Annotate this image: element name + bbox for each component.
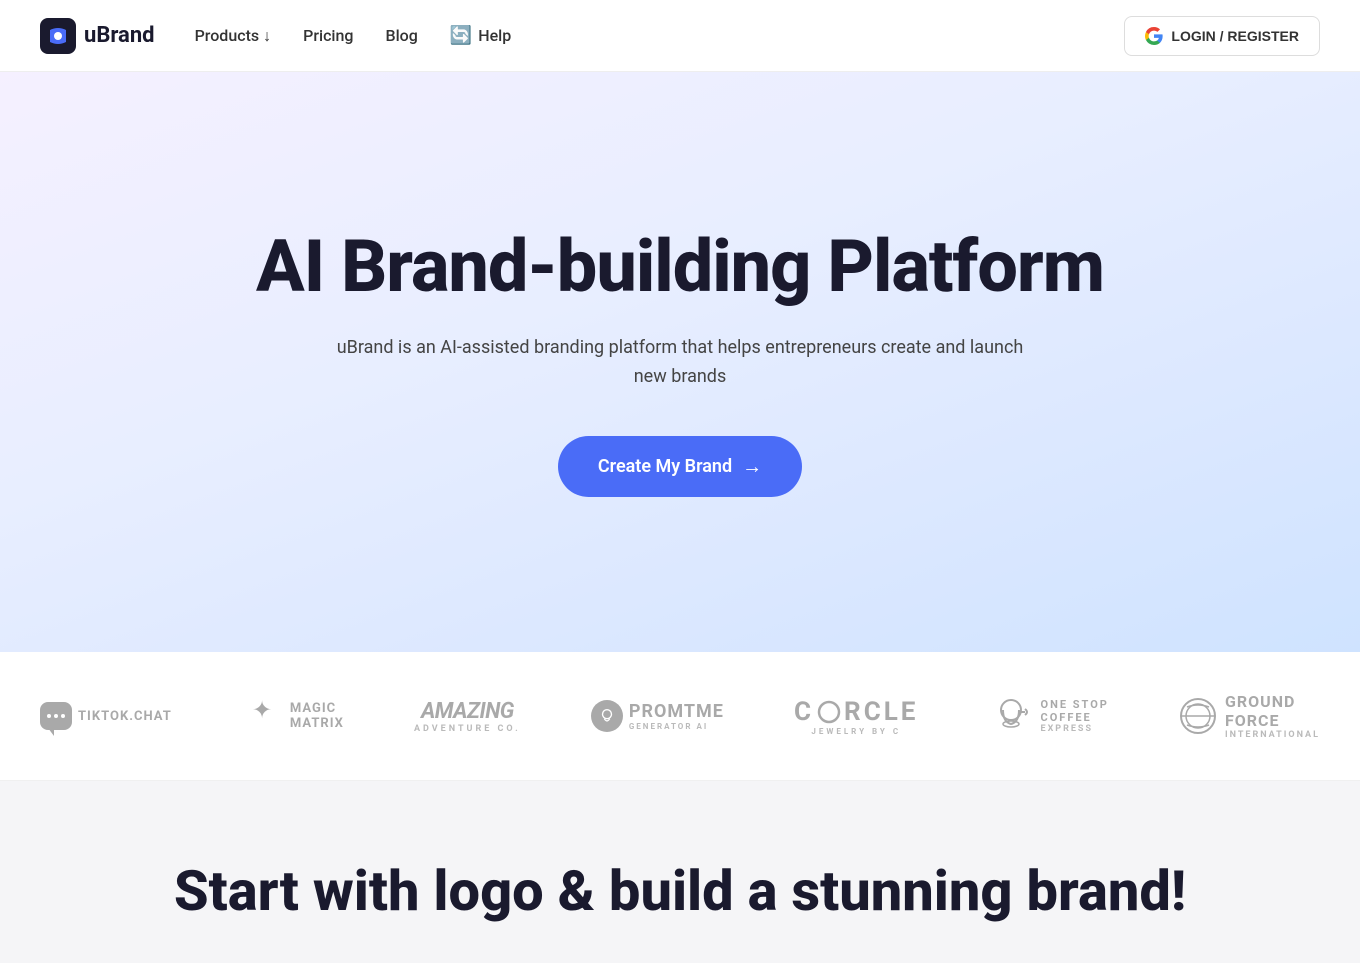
gf-icon [1179,697,1217,735]
nav-pricing-link[interactable]: Pricing [303,26,353,45]
gf-line3: INTERNATIONAL [1225,730,1320,740]
logo-link[interactable]: uBrand [40,18,155,54]
hero-section: AI Brand-building Platform uBrand is an … [0,72,1360,652]
hero-content: AI Brand-building Platform uBrand is an … [256,227,1104,497]
svg-text:✦: ✦ [252,696,272,724]
logo-text: uBrand [84,23,155,48]
osc-text-block: ONE STOP COFFEE EXPRESS [1041,698,1109,734]
promptme-sublabel: GENERATOR AI [629,722,724,731]
logo-icon [40,18,76,54]
navbar: uBrand Products ↓ Pricing Blog 🔄 Help [0,0,1360,72]
help-emoji-icon: 🔄 [450,25,472,46]
google-icon [1145,27,1163,45]
magic-matrix-label2: MATRIX [290,716,344,731]
amazing-main-text: Amazing [421,699,514,724]
logo-one-stop-coffee: ONE STOP COFFEE EXPRESS [989,694,1109,738]
cta-label: Create My Brand [598,456,732,477]
hero-subtitle: uBrand is an AI-assisted branding platfo… [330,334,1030,392]
circle-rest-text: RCLE [844,697,918,727]
gf-line2: FORCE [1225,711,1320,730]
logos-strip: tiktok.chat ✦ MAGIC MATRIX Amazing ADVEN… [0,652,1360,781]
promptme-label: PromtMe [629,701,724,722]
logo-tiktok: tiktok.chat [40,702,172,730]
create-brand-button[interactable]: Create My Brand → [558,436,802,497]
nav-blog-link[interactable]: Blog [385,26,417,45]
logo-promptme: PromtMe GENERATOR AI [591,700,724,732]
tiktok-bubble-icon [40,702,72,730]
magic-matrix-label: MAGIC [290,701,336,716]
tiktok-dots-icon [47,714,65,718]
lower-title: Start with logo & build a stunning brand… [40,861,1320,923]
nav-item-blog[interactable]: Blog [385,26,417,45]
osc-line1: ONE STOP [1041,698,1109,711]
promptme-icon [591,700,623,732]
nav-links: Products ↓ Pricing Blog 🔄 Help [195,25,512,46]
circle-ring-icon [816,699,842,725]
osc-line2: COFFEE [1041,711,1109,724]
cta-arrow-icon: → [742,454,762,479]
osc-icon [989,694,1033,738]
nav-item-products[interactable]: Products ↓ [195,26,272,46]
login-label: LOGIN / REGISTER [1171,28,1299,44]
hero-title: AI Brand-building Platform [256,227,1104,306]
amazing-sub-text: ADVENTURE CO. [414,724,521,734]
nav-item-help[interactable]: 🔄 Help [450,25,511,46]
nav-products-link[interactable]: Products ↓ [195,26,272,45]
logo-magic-matrix: ✦ MAGIC MATRIX [242,696,344,736]
logo-amazing: Amazing ADVENTURE CO. [414,699,521,734]
nav-item-pricing[interactable]: Pricing [303,26,353,45]
circle-sublabel: JEWELRY BY C [811,727,901,736]
magic-matrix-icon: ✦ [242,696,282,736]
login-register-button[interactable]: LOGIN / REGISTER [1124,16,1320,56]
logo-ground-force: GROUND FORCE INTERNATIONAL [1179,692,1320,740]
nav-left: uBrand Products ↓ Pricing Blog 🔄 Help [40,18,511,54]
tiktok-brand-name: tiktok.chat [78,709,172,724]
gf-line1: GROUND [1225,692,1320,711]
gf-text-block: GROUND FORCE INTERNATIONAL [1225,692,1320,740]
osc-line3: EXPRESS [1041,724,1109,734]
logo-circle: C RCLE JEWELRY BY C [794,697,918,736]
lower-section: Start with logo & build a stunning brand… [0,781,1360,963]
promptme-svg-icon [598,707,616,725]
circle-main-text: C [794,697,814,727]
nav-help-link[interactable]: 🔄 Help [450,25,511,46]
